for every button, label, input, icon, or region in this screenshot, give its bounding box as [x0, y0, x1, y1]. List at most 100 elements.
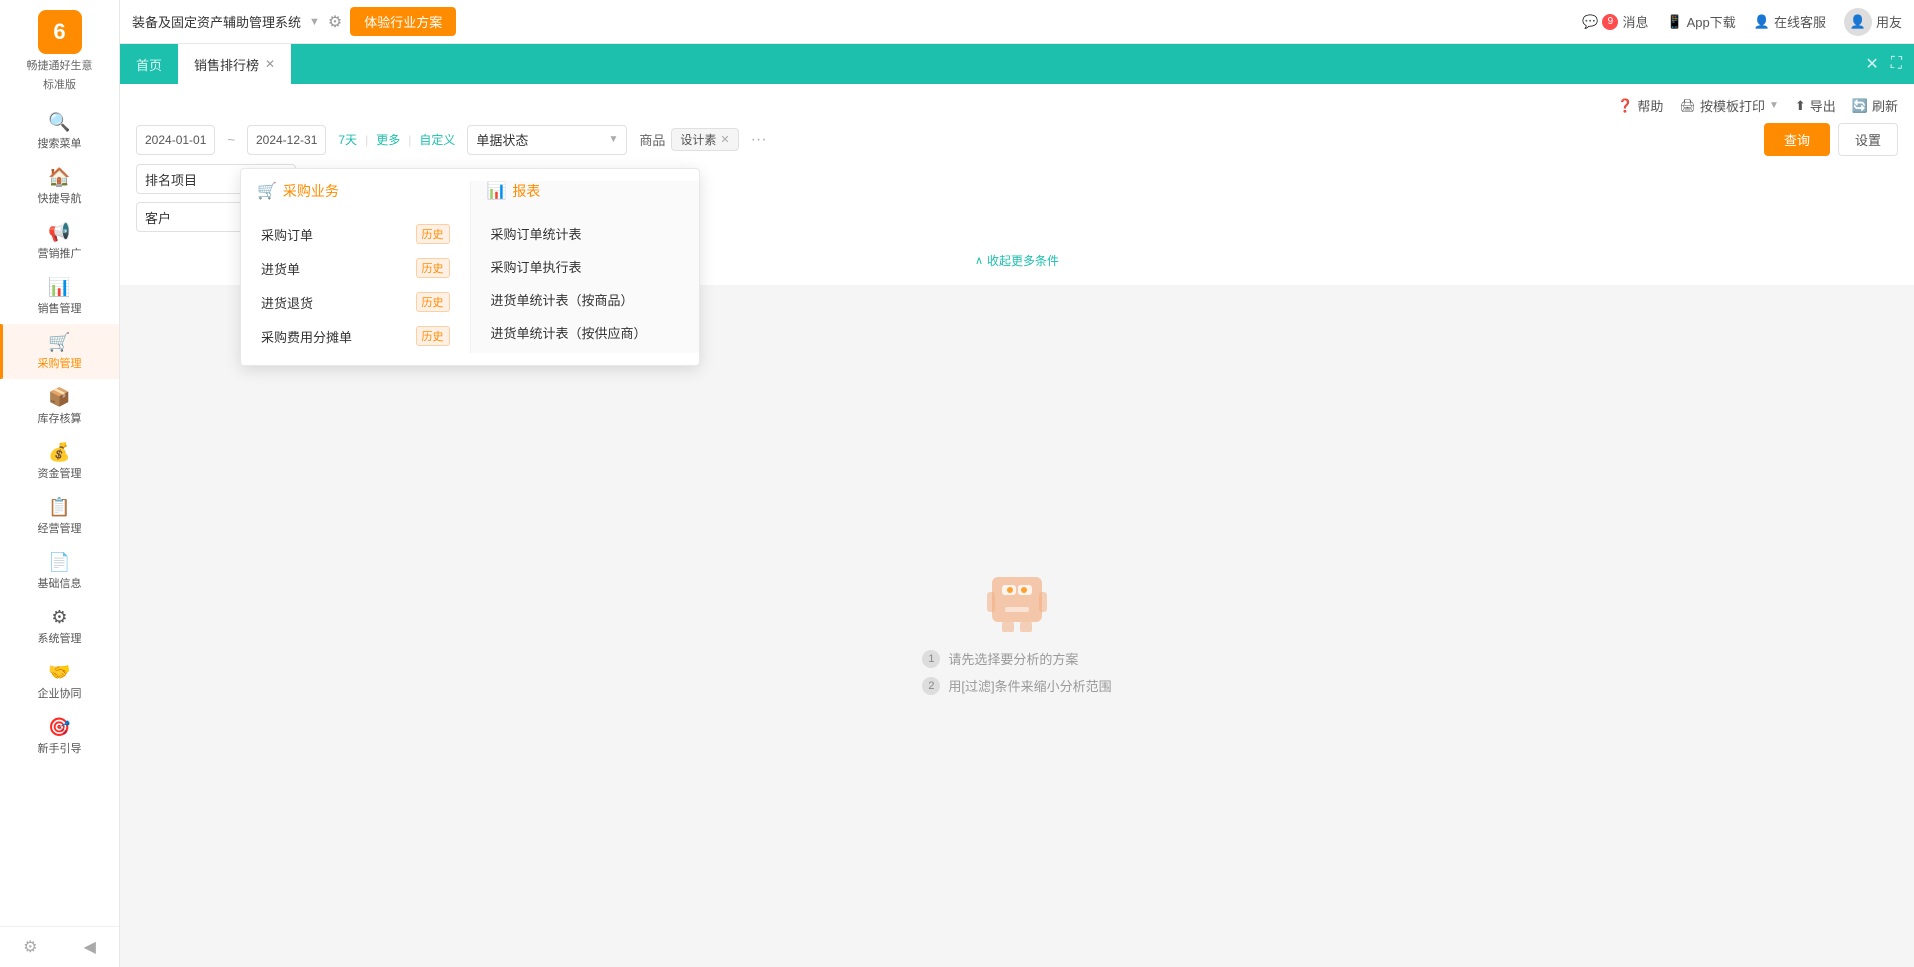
sidebar-item-purchase[interactable]: 🛒 采购管理 — [0, 324, 119, 379]
sidebar-label-operations: 经营管理 — [38, 520, 82, 536]
dropdown-item-inbound-return[interactable]: 进货退货 历史 — [257, 285, 454, 319]
quick-more[interactable]: 更多 — [376, 131, 400, 148]
header-settings-icon[interactable]: ⚙ — [328, 12, 342, 32]
tab-expand-icon[interactable]: ⛶ — [1887, 53, 1906, 75]
date-start-value: 2024-01-01 — [145, 133, 206, 147]
empty-step-1: 1 请先选择要分析的方案 — [922, 649, 1111, 668]
setting-btn[interactable]: 设置 — [1838, 123, 1898, 156]
sidebar-bottom: ⚙ ◀ — [0, 926, 119, 967]
dropdown-item-purchase-order[interactable]: 采购订单 历史 — [257, 217, 454, 251]
quick-7days[interactable]: 7天 — [338, 131, 357, 148]
refresh-icon: 🔄 — [1852, 98, 1868, 114]
sidebar-item-quick-nav[interactable]: 🏠 快捷导航 — [0, 159, 119, 214]
quick-custom[interactable]: 自定义 — [419, 131, 455, 148]
sidebar-item-guide[interactable]: 🎯 新手引导 — [0, 709, 119, 764]
empty-step-2: 2 用[过滤]条件来缩小分析范围 — [922, 676, 1111, 695]
goods-tag-value: 设计素 — [680, 131, 716, 148]
step-1-text: 请先选择要分析的方案 — [948, 649, 1078, 668]
tab-sales-ranking[interactable]: 销售排行榜 ✕ — [178, 44, 291, 84]
export-btn[interactable]: ⬆ 导出 — [1795, 96, 1836, 115]
tab-close-all-icon[interactable]: ✕ — [1861, 52, 1882, 76]
sidebar-logo: 6 畅捷通好生意 标准版 — [0, 0, 119, 100]
query-btn[interactable]: 查询 — [1764, 123, 1830, 156]
operations-icon: 📋 — [48, 497, 70, 518]
app-download-label: App下载 — [1687, 12, 1736, 31]
quick-date-links: 7天 | 更多 | 自定义 — [338, 131, 455, 148]
report-col-label: 报表 — [512, 181, 540, 201]
goods-more-btn[interactable]: ··· — [751, 131, 767, 149]
sidebar-item-basic-info[interactable]: 📄 基础信息 — [0, 544, 119, 599]
tab-close-icon[interactable]: ✕ — [265, 57, 275, 71]
dropdown-item-inbound[interactable]: 进货单 历史 — [257, 251, 454, 285]
guide-icon: 🎯 — [48, 717, 70, 738]
inventory-icon: 📦 — [48, 387, 70, 408]
industry-btn[interactable]: 体验行业方案 — [350, 7, 456, 36]
service-icon: 👤 — [1754, 14, 1770, 30]
dropdown-item-purchase-order-stats[interactable]: 采购订单统计表 — [487, 217, 684, 250]
filter-toolbar-row: ❓ 帮助 🖨 按模板打印 ▼ ⬆ 导出 🔄 刷新 — [136, 96, 1898, 115]
main-area: 装备及固定资产辅助管理系统 ▼ ⚙ 体验行业方案 💬 9 消息 📱 App下载 … — [120, 0, 1914, 967]
purchase-icon: 🛒 — [48, 332, 70, 353]
sidebar-item-finance[interactable]: 💰 资金管理 — [0, 434, 119, 489]
sidebar-item-sales[interactable]: 📊 销售管理 — [0, 269, 119, 324]
sidebar-item-enterprise[interactable]: 🤝 企业协同 — [0, 654, 119, 709]
voucher-status-label: 单据状态 — [476, 130, 528, 149]
sidebar-item-inventory[interactable]: 📦 库存核算 — [0, 379, 119, 434]
date-start-input[interactable]: 2024-01-01 — [136, 125, 215, 155]
dropdown-item-purchase-order-exec[interactable]: 采购订单执行表 — [487, 250, 684, 283]
step-2-num: 2 — [922, 677, 940, 695]
voucher-status-select[interactable]: 单据状态 ▼ — [467, 125, 627, 155]
inbound-history-badge: 历史 — [416, 258, 450, 278]
sidebar-settings-btn[interactable]: ⚙ — [23, 937, 37, 957]
user-menu[interactable]: 👤 用友 — [1844, 8, 1902, 36]
search-icon: 🔍 — [48, 112, 70, 133]
purchase-dropdown-menu: 🛒 采购业务 采购订单 历史 进货单 历史 进货退货 历史 — [240, 168, 700, 366]
sidebar-item-marketing[interactable]: 📢 营销推广 — [0, 214, 119, 269]
refresh-btn[interactable]: 🔄 刷新 — [1852, 96, 1898, 115]
sidebar-label-enterprise: 企业协同 — [38, 685, 82, 701]
collapse-filters-btn[interactable]: ∧ 收起更多条件 — [969, 246, 1065, 275]
sidebar-label-system: 系统管理 — [38, 630, 82, 646]
sidebar-collapse-btn[interactable]: ◀ — [84, 937, 96, 957]
inbound-return-label: 进货退货 — [261, 293, 313, 312]
enterprise-icon: 🤝 — [48, 662, 70, 683]
tab-home[interactable]: 首页 — [120, 44, 178, 84]
purchase-order-history-badge: 历史 — [416, 224, 450, 244]
tab-home-label: 首页 — [136, 55, 162, 74]
sidebar-item-system[interactable]: ⚙ 系统管理 — [0, 599, 119, 654]
dropdown-item-inbound-stats-supplier[interactable]: 进货单统计表（按供应商） — [487, 316, 684, 349]
report-col-title: 📊 报表 — [487, 181, 684, 207]
finance-icon: 💰 — [48, 442, 70, 463]
date-end-value: 2024-12-31 — [256, 133, 317, 147]
customer-label: 客户 — [145, 208, 171, 227]
messages-btn[interactable]: 💬 9 消息 — [1582, 12, 1648, 31]
dropdown-item-inbound-stats-goods[interactable]: 进货单统计表（按商品） — [487, 283, 684, 316]
system-title: 装备及固定资产辅助管理系统 — [132, 12, 301, 31]
dropdown-report-col: 📊 报表 采购订单统计表 采购订单执行表 进货单统计表（按商品） 进货单统计表（… — [471, 181, 700, 353]
dropdown-item-purchase-expense[interactable]: 采购费用分摊单 历史 — [257, 319, 454, 353]
purchase-order-label: 采购订单 — [261, 225, 313, 244]
help-btn[interactable]: ❓ 帮助 — [1617, 96, 1663, 115]
date-end-input[interactable]: 2024-12-31 — [247, 125, 326, 155]
report-col-icon: 📊 — [487, 181, 507, 201]
tab-bar: 首页 销售排行榜 ✕ ✕ ⛶ — [120, 44, 1914, 84]
goods-tag-close-icon[interactable]: ✕ — [720, 133, 729, 146]
online-service-btn[interactable]: 👤 在线客服 — [1754, 12, 1826, 31]
customer-select[interactable]: 客户 — [136, 202, 256, 232]
sidebar-label-search: 搜索菜单 — [38, 135, 82, 151]
header-left: 装备及固定资产辅助管理系统 ▼ ⚙ 体验行业方案 — [132, 7, 456, 36]
sidebar-label-guide: 新手引导 — [38, 740, 82, 756]
sidebar-item-operations[interactable]: 📋 经营管理 — [0, 489, 119, 544]
sidebar-nav: 🔍 搜索菜单 🏠 快捷导航 📢 营销推广 📊 销售管理 🛒 采购管理 📦 库存核… — [0, 104, 119, 926]
dropdown-chevron-icon[interactable]: ▼ — [309, 16, 320, 28]
sidebar-item-search[interactable]: 🔍 搜索菜单 — [0, 104, 119, 159]
voucher-status-chevron-icon: ▼ — [608, 134, 618, 145]
template-print-btn[interactable]: 🖨 按模板打印 ▼ — [1679, 96, 1778, 115]
dropdown-columns: 🛒 采购业务 采购订单 历史 进货单 历史 进货退货 历史 — [241, 181, 699, 353]
export-label: 导出 — [1810, 96, 1836, 115]
step-2-text: 用[过滤]条件来缩小分析范围 — [948, 676, 1111, 695]
app-download-btn[interactable]: 📱 App下载 — [1666, 12, 1735, 31]
sidebar-label-sales: 销售管理 — [38, 300, 82, 316]
basic-info-icon: 📄 — [48, 552, 70, 573]
empty-steps: 1 请先选择要分析的方案 2 用[过滤]条件来缩小分析范围 — [922, 649, 1111, 695]
